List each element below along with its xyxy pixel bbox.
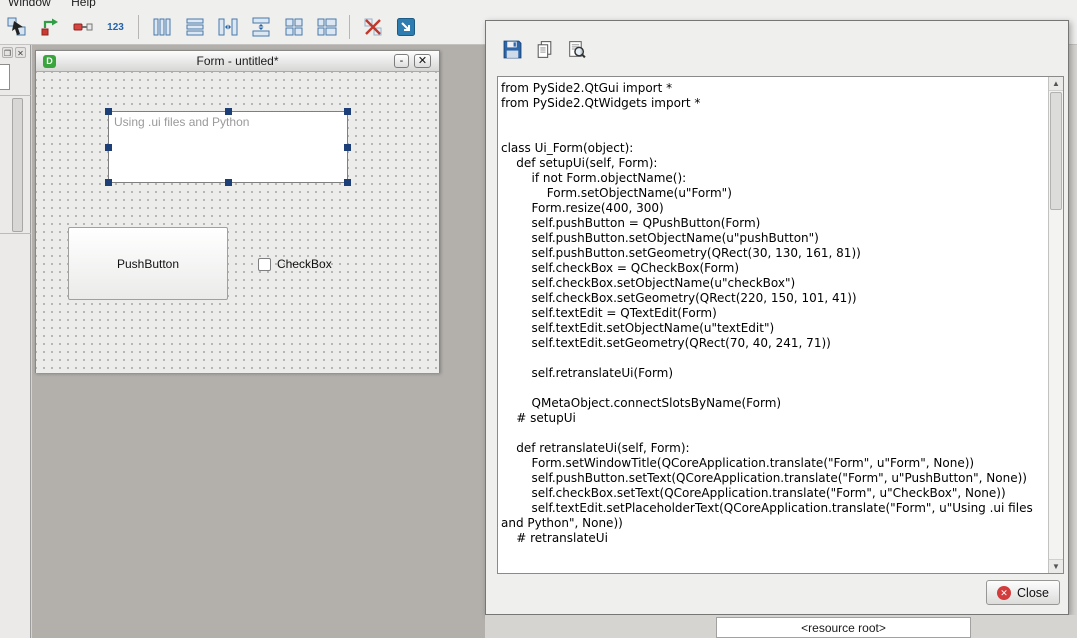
find-icon[interactable] xyxy=(562,35,590,63)
layout-horizontal-icon[interactable] xyxy=(148,14,175,41)
form-canvas[interactable]: Using .ui files and Python PushButton Ch… xyxy=(36,72,439,373)
close-window-button[interactable]: ✕ xyxy=(414,54,431,68)
edit-signals-slots-icon[interactable] xyxy=(36,14,63,41)
resize-handle-top-right[interactable] xyxy=(344,108,351,115)
resize-handle-bottom[interactable] xyxy=(225,179,232,186)
resource-root-item[interactable]: <resource root> xyxy=(716,617,971,638)
toolbar-separator xyxy=(138,15,139,39)
code-view[interactable]: from PySide2.QtGui import * from PySide2… xyxy=(497,76,1064,574)
edit-mode-toolbar: 123 xyxy=(0,12,422,42)
view-code-dialog: from PySide2.QtGui import * from PySide2… xyxy=(485,20,1069,615)
save-icon[interactable] xyxy=(498,35,526,63)
scroll-down-icon[interactable]: ▼ xyxy=(1049,559,1063,573)
edit-widgets-icon[interactable] xyxy=(3,14,30,41)
pushbutton-label: PushButton xyxy=(117,257,179,271)
layout-vertical-icon[interactable] xyxy=(181,14,208,41)
resize-handle-bottom-left[interactable] xyxy=(105,179,112,186)
pushbutton-widget[interactable]: PushButton xyxy=(68,227,228,300)
copy-icon[interactable] xyxy=(530,35,558,63)
tab-order-label: 123 xyxy=(107,22,124,33)
panel-divider xyxy=(0,95,31,96)
menubar: Window Help xyxy=(0,0,500,8)
qt-designer-app: Window Help xyxy=(0,0,1077,638)
layout-grid-icon[interactable] xyxy=(280,14,307,41)
panel-scrollbar[interactable] xyxy=(12,98,23,232)
designer-form-icon: D xyxy=(43,55,56,68)
resize-handle-bottom-right[interactable] xyxy=(344,179,351,186)
menu-window[interactable]: Window xyxy=(0,0,59,8)
toolbar-separator xyxy=(349,15,350,39)
layout-vertical-splitter-icon[interactable] xyxy=(247,14,274,41)
edit-tab-order-icon[interactable]: 123 xyxy=(102,14,129,41)
resize-handle-left[interactable] xyxy=(105,144,112,151)
checkbox-indicator[interactable] xyxy=(258,258,271,271)
widget-box-panel-edge: ❐ ✕ xyxy=(0,45,31,638)
scroll-up-icon[interactable]: ▲ xyxy=(1049,77,1063,91)
textedit-widget[interactable]: Using .ui files and Python xyxy=(108,111,348,183)
resize-handle-top-left[interactable] xyxy=(105,108,112,115)
form-designer-window: D Form - untitled* - ✕ Using .ui files a… xyxy=(35,50,440,373)
panel-divider xyxy=(0,233,31,234)
resource-browser-panel: <resource root> xyxy=(485,615,1077,638)
checkbox-label: CheckBox xyxy=(277,257,332,271)
resize-handle-right[interactable] xyxy=(344,144,351,151)
edit-buddies-icon[interactable] xyxy=(69,14,96,41)
code-scrollbar[interactable]: ▲ ▼ xyxy=(1048,77,1063,573)
scrollbar-thumb[interactable] xyxy=(1050,92,1062,210)
adjust-size-icon[interactable] xyxy=(392,14,419,41)
textedit-placeholder: Using .ui files and Python xyxy=(114,115,249,129)
form-window-title: Form - untitled* xyxy=(36,54,439,68)
form-window-titlebar[interactable]: D Form - untitled* - ✕ xyxy=(36,51,439,72)
generated-python-code[interactable]: from PySide2.QtGui import * from PySide2… xyxy=(498,77,1046,550)
dock-close-icon[interactable]: ✕ xyxy=(15,47,26,58)
close-button-label: Close xyxy=(1017,586,1049,600)
dock-float-icon[interactable]: ❐ xyxy=(2,47,13,58)
close-x-icon: ✕ xyxy=(997,586,1011,600)
checkbox-widget[interactable]: CheckBox xyxy=(258,257,332,271)
minimize-button[interactable]: - xyxy=(394,54,409,68)
resize-handle-top[interactable] xyxy=(225,108,232,115)
layout-horizontal-splitter-icon[interactable] xyxy=(214,14,241,41)
code-dialog-toolbar xyxy=(498,35,594,63)
menu-help[interactable]: Help xyxy=(63,0,104,8)
close-button[interactable]: ✕ Close xyxy=(986,580,1060,605)
layout-form-icon[interactable] xyxy=(313,14,340,41)
widget-filter-input[interactable] xyxy=(0,64,10,90)
break-layout-icon[interactable] xyxy=(359,14,386,41)
